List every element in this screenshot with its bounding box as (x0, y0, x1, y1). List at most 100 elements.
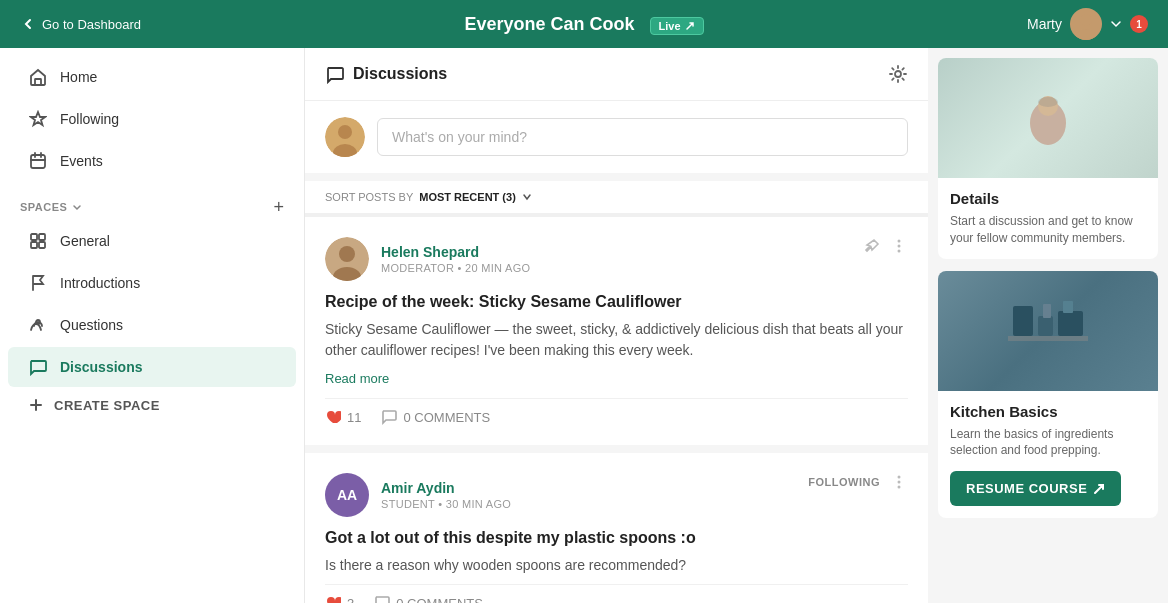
course-title-area: Everyone Can Cook Live (141, 14, 1027, 35)
community-card-desc: Start a discussion and get to know your … (950, 213, 1146, 247)
user-avatar-icon (1070, 8, 1102, 40)
calendar-icon (28, 151, 48, 171)
events-label: Events (60, 153, 103, 169)
feed-title-text: Discussions (353, 65, 447, 83)
general-label: General (60, 233, 110, 249)
sidebar-item-introductions[interactable]: Introductions (8, 263, 296, 303)
community-card: Details Start a discussion and get to kn… (938, 58, 1158, 259)
course-card-body: Kitchen Basics Learn the basics of ingre… (938, 391, 1158, 519)
svg-point-19 (898, 476, 901, 479)
heart-icon (325, 595, 341, 603)
svg-point-24 (1038, 97, 1058, 107)
introductions-label: Introductions (60, 275, 140, 291)
notification-badge[interactable]: 1 (1130, 15, 1148, 33)
svg-point-17 (898, 245, 901, 248)
post-card: Helen Shepard MODERATOR • 20 MIN AGO (305, 217, 928, 445)
community-card-body: Details Start a discussion and get to kn… (938, 178, 1158, 259)
chat-icon (28, 357, 48, 377)
chevron-down-icon (71, 201, 83, 213)
back-link[interactable]: Go to Dashboard (20, 16, 141, 32)
sidebar-item-general[interactable]: General (8, 221, 296, 261)
comments-stat[interactable]: 0 COMMENTS (374, 595, 483, 603)
resume-course-button[interactable]: RESUME COURSE (950, 471, 1121, 506)
compose-input[interactable]: What's on your mind? (377, 118, 908, 156)
sort-chevron-icon[interactable] (522, 192, 532, 202)
external-link-icon (1093, 483, 1105, 495)
svg-rect-2 (35, 79, 41, 85)
post-avatar-initials: AA (325, 473, 369, 517)
likes-stat[interactable]: 3 (325, 595, 354, 603)
post-author-info: Helen Shepard MODERATOR • 20 MIN AGO (325, 237, 530, 281)
svg-rect-5 (39, 234, 45, 240)
post-author-meta: STUDENT • 30 MIN AGO (381, 498, 511, 510)
svg-point-9 (895, 71, 901, 77)
svg-point-1 (1076, 29, 1096, 40)
post-author-meta: MODERATOR • 20 MIN AGO (381, 262, 530, 274)
post-avatar (325, 237, 369, 281)
post-header: Helen Shepard MODERATOR • 20 MIN AGO (325, 237, 908, 281)
sidebar-item-home[interactable]: Home (8, 57, 296, 97)
user-name: Marty (1027, 16, 1062, 32)
community-card-image (938, 58, 1158, 178)
community-card-title: Details (950, 190, 1146, 207)
svg-rect-29 (1063, 301, 1073, 313)
grid-icon (28, 231, 48, 251)
sort-label: SORT POSTS BY (325, 191, 413, 203)
main-layout: Home Following Events SPACES (0, 48, 1168, 603)
svg-rect-28 (1058, 311, 1083, 336)
svg-rect-7 (39, 242, 45, 248)
external-link-icon (685, 21, 695, 31)
post-author-name[interactable]: Helen Shepard (381, 244, 530, 260)
post-actions: FOLLOWING (808, 473, 908, 491)
course-card-desc: Learn the basics of ingredients selectio… (950, 426, 1146, 460)
likes-stat[interactable]: 11 (325, 409, 361, 425)
svg-point-20 (898, 481, 901, 484)
sidebar-item-following[interactable]: Following (8, 99, 296, 139)
chevron-down-icon[interactable] (1110, 18, 1122, 30)
avatar[interactable] (1070, 8, 1102, 40)
svg-point-16 (898, 240, 901, 243)
more-options-icon[interactable] (890, 473, 908, 491)
compose-area: What's on your mind? (305, 101, 928, 181)
post-body: Is there a reason why wooden spoons are … (325, 555, 908, 576)
pin-icon[interactable] (864, 238, 880, 254)
comment-icon (381, 409, 397, 425)
person-cooking-illustration (1018, 88, 1078, 148)
post-title: Got a lot out of this despite my plastic… (325, 529, 908, 547)
add-space-button[interactable]: + (273, 198, 284, 216)
sidebar-item-questions[interactable]: Questions (8, 305, 296, 345)
comments-count: 0 COMMENTS (403, 410, 490, 425)
comments-stat[interactable]: 0 COMMENTS (381, 409, 490, 425)
svg-point-14 (339, 246, 355, 262)
svg-point-11 (338, 125, 352, 139)
likes-count: 11 (347, 410, 361, 425)
back-icon (20, 16, 36, 32)
post-actions (864, 237, 908, 255)
plus-icon (28, 397, 44, 413)
create-space-label: CREATE SPACE (54, 398, 160, 413)
settings-icon[interactable] (888, 64, 908, 84)
post-author-details: Amir Aydin STUDENT • 30 MIN AGO (381, 480, 511, 510)
course-card-image (938, 271, 1158, 391)
post-author-name[interactable]: Amir Aydin (381, 480, 511, 496)
read-more-link[interactable]: Read more (325, 371, 389, 386)
course-card-title: Kitchen Basics (950, 403, 1146, 420)
post-author-details: Helen Shepard MODERATOR • 20 MIN AGO (381, 244, 530, 274)
spaces-label: SPACES (20, 201, 83, 213)
svg-point-0 (1080, 14, 1092, 26)
more-options-icon[interactable] (890, 237, 908, 255)
create-space-button[interactable]: CREATE SPACE (8, 389, 296, 421)
post-header: AA Amir Aydin STUDENT • 30 MIN AGO FOLLO… (325, 473, 908, 517)
heart-icon (325, 409, 341, 425)
sort-value[interactable]: MOST RECENT (3) (419, 191, 516, 203)
sidebar-item-discussions[interactable]: Discussions (8, 347, 296, 387)
course-title: Everyone Can Cook (464, 14, 634, 34)
user-area: Marty 1 (1027, 8, 1148, 40)
post-footer: 3 0 COMMENTS (325, 584, 908, 603)
kitchen-illustration (1008, 296, 1088, 366)
sidebar-item-events[interactable]: Events (8, 141, 296, 181)
following-badge: FOLLOWING (808, 476, 880, 488)
signal-icon (28, 315, 48, 335)
right-panel: Details Start a discussion and get to kn… (928, 48, 1168, 603)
svg-rect-6 (31, 242, 37, 248)
